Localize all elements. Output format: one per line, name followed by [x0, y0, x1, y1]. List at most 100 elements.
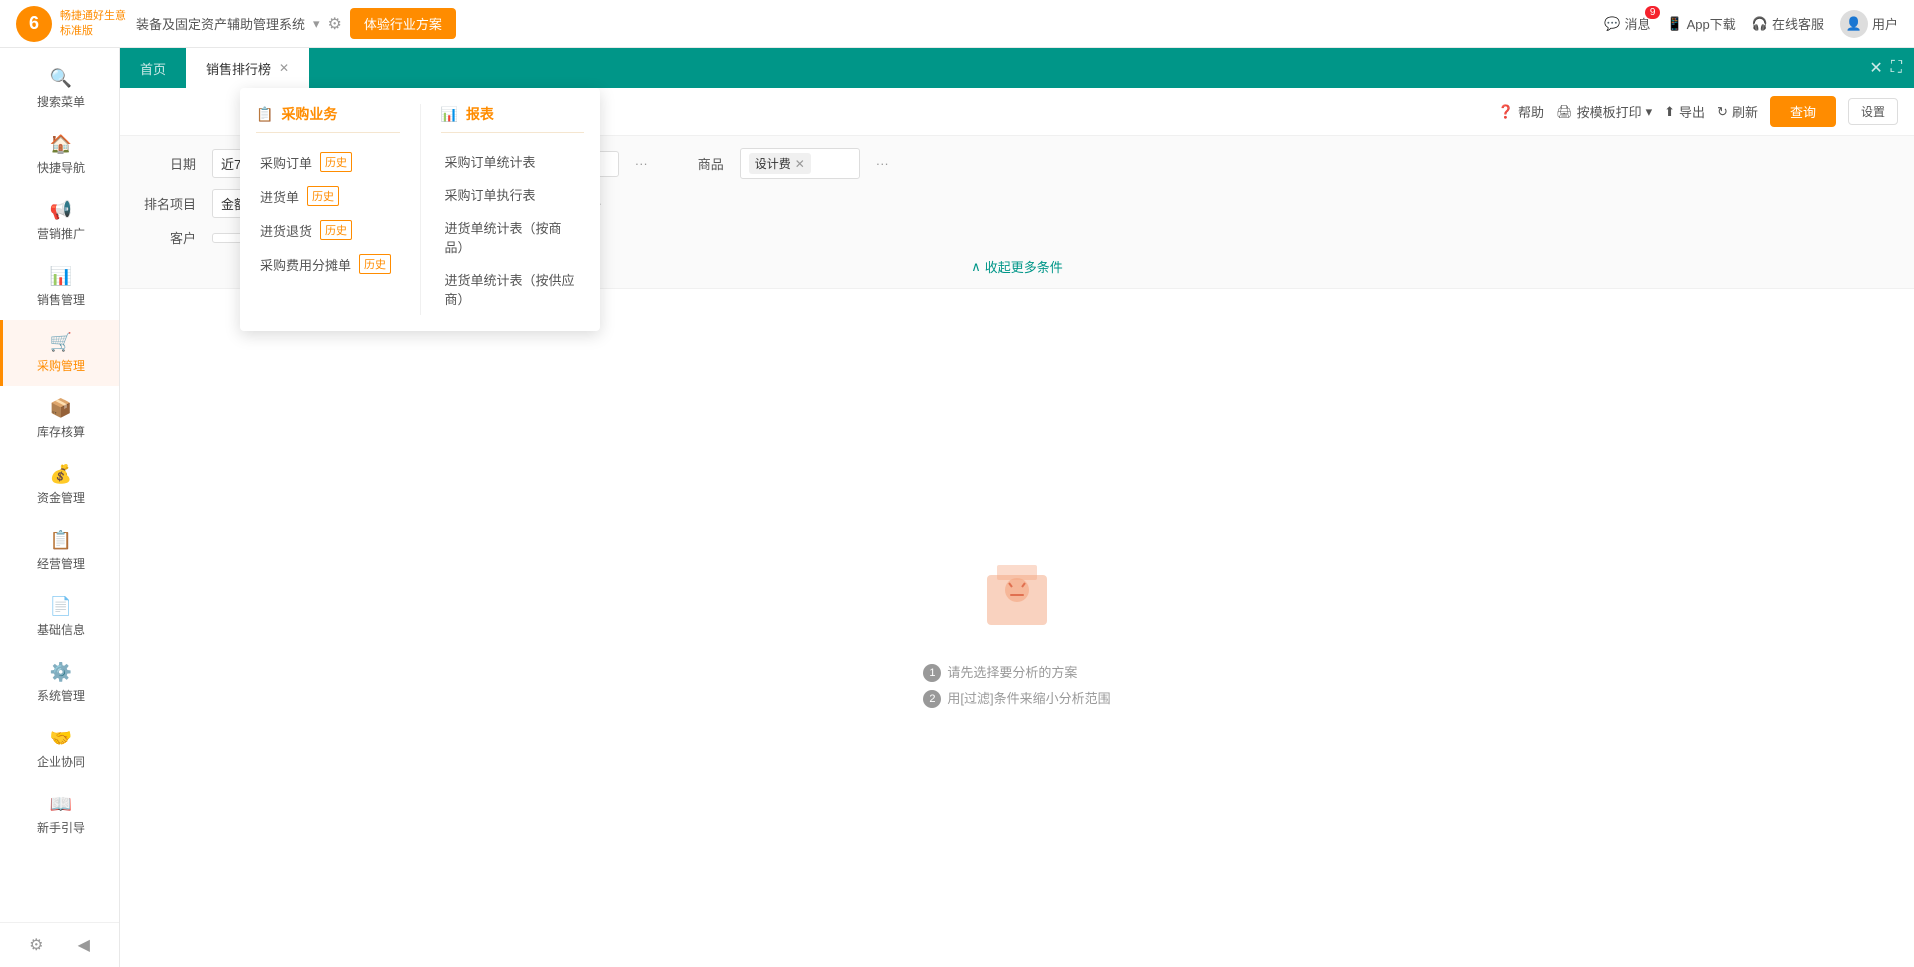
sidebar-item-basic[interactable]: 📄 基础信息 — [0, 584, 119, 650]
guide-icon: 📖 — [50, 794, 72, 815]
tip-item-2: 2 用[过滤]条件来缩小分析范围 — [923, 686, 1110, 712]
avatar: 👤 — [1840, 10, 1868, 38]
purchase-section: 📋 采购业务 采购订单 历史 进货单 历史 进货退货 历史 — [256, 104, 400, 315]
top-header: 6 畅捷通好生意 标准版 装备及固定资产辅助管理系统 ▾ ⚙ 体验行业方案 💬 … — [0, 0, 1914, 48]
sales-icon: 📊 — [50, 266, 72, 287]
sidebar-label-inventory: 库存核算 — [37, 423, 85, 440]
refresh-button[interactable]: ↻ 刷新 — [1717, 102, 1758, 121]
report-section-icon: 📊 — [441, 106, 458, 123]
sidebar-item-system[interactable]: ⚙️ 系统管理 — [0, 650, 119, 716]
sidebar-item-inventory[interactable]: 📦 库存核算 — [0, 386, 119, 452]
inventory-icon: 📦 — [50, 398, 72, 419]
app-download-button[interactable]: 📱 App下载 — [1666, 14, 1735, 33]
purchase-section-title: 📋 采购业务 — [256, 104, 400, 133]
empty-state: 1 请先选择要分析的方案 2 用[过滤]条件来缩小分析范围 — [120, 289, 1914, 967]
customer-label: 客户 — [136, 228, 196, 247]
tab-sales-rank[interactable]: 销售排行榜 ✕ — [186, 48, 309, 88]
sidebar-item-guide[interactable]: 📖 新手引导 — [0, 782, 119, 848]
set-button[interactable]: 设置 — [1848, 98, 1898, 125]
voucher-status-more[interactable]: ··· — [635, 156, 648, 171]
sidebar-item-purchase[interactable]: 🛒 采购管理 — [0, 320, 119, 386]
dropdown-arrow-icon[interactable]: ▾ — [313, 16, 320, 32]
industry-button[interactable]: 体验行业方案 — [350, 8, 456, 39]
help-button[interactable]: ❓ 帮助 — [1498, 102, 1544, 121]
message-icon: 💬 — [1604, 16, 1620, 32]
operations-icon: 📋 — [50, 530, 72, 551]
sidebar-label-guide: 新手引导 — [37, 819, 85, 836]
menu-item-order-stat[interactable]: 采购订单统计表 — [441, 145, 585, 178]
date-label: 日期 — [136, 154, 196, 173]
refresh-icon: ↻ — [1717, 104, 1728, 120]
sidebar-item-enterprise[interactable]: 🤝 企业协同 — [0, 716, 119, 782]
home-icon: 🏠 — [50, 134, 72, 155]
sidebar-nav: 🔍 搜索菜单 🏠 快捷导航 📢 营销推广 📊 销售管理 🛒 采购管 — [0, 48, 119, 848]
sidebar-item-sales[interactable]: 📊 销售管理 — [0, 254, 119, 320]
search-icon: 🔍 — [50, 68, 72, 89]
capital-icon: 💰 — [50, 464, 72, 485]
tab-bar: 首页 销售排行榜 ✕ ✕ ⛶ — [120, 48, 1914, 88]
tip-item-1: 1 请先选择要分析的方案 — [923, 660, 1110, 686]
tab-expand-icon[interactable]: ⛶ — [1891, 59, 1902, 77]
sidebar-bottom: ⚙ ◀ — [0, 922, 119, 967]
empty-tips: 1 请先选择要分析的方案 2 用[过滤]条件来缩小分析范围 — [923, 660, 1110, 712]
menu-item-incoming-supplier[interactable]: 进货单统计表（按供应商） — [441, 263, 585, 315]
goods-label: 商品 — [664, 154, 724, 173]
print-icon: 🖨 — [1556, 104, 1573, 120]
content-area: 首页 销售排行榜 ✕ ✕ ⛶ ❓ 帮助 — [120, 48, 1914, 967]
sidebar-label-basic: 基础信息 — [37, 621, 85, 638]
goods-more[interactable]: ··· — [876, 156, 889, 171]
sidebar-label-capital: 资金管理 — [37, 489, 85, 506]
sidebar-settings-icon[interactable]: ⚙ — [29, 935, 43, 955]
print-button[interactable]: 🖨 按模板打印 ▾ — [1556, 102, 1652, 121]
ranking-label: 排名项目 — [136, 194, 196, 213]
sidebar-label-purchase: 采购管理 — [37, 357, 85, 374]
sidebar-label-system: 系统管理 — [37, 687, 85, 704]
goods-tag-close-icon[interactable]: ✕ — [795, 157, 805, 171]
tab-home[interactable]: 首页 — [120, 48, 186, 88]
header-center: 装备及固定资产辅助管理系统 ▾ ⚙ 体验行业方案 — [136, 8, 1604, 39]
menu-item-incoming-goods[interactable]: 进货单统计表（按商品） — [441, 211, 585, 263]
goods-tag: 设计费 ✕ — [749, 153, 811, 174]
menu-item-purchase-order[interactable]: 采购订单 历史 — [256, 145, 400, 179]
logo-icon: 6 — [16, 6, 52, 42]
export-button[interactable]: ⬆ 导出 — [1664, 102, 1705, 121]
marketing-icon: 📢 — [50, 200, 72, 221]
online-service-button[interactable]: 🎧 在线客服 — [1752, 14, 1824, 33]
tab-close-window-icon[interactable]: ✕ — [1869, 58, 1882, 78]
export-icon: ⬆ — [1664, 104, 1675, 120]
sidebar-label-sales: 销售管理 — [37, 291, 85, 308]
sidebar-item-search[interactable]: 🔍 搜索菜单 — [0, 56, 119, 122]
sidebar-item-marketing[interactable]: 📢 营销推广 — [0, 188, 119, 254]
menu-item-expense[interactable]: 采购费用分摊单 历史 — [256, 247, 400, 281]
report-section-title: 📊 报表 — [441, 104, 585, 133]
menu-item-incoming[interactable]: 进货单 历史 — [256, 179, 400, 213]
settings-icon[interactable]: ⚙ — [328, 14, 342, 34]
sidebar-item-quick[interactable]: 🏠 快捷导航 — [0, 122, 119, 188]
user-button[interactable]: 👤 用户 — [1840, 10, 1898, 38]
menu-divider — [420, 104, 421, 315]
sidebar-item-capital[interactable]: 💰 资金管理 — [0, 452, 119, 518]
logo-text: 畅捷通好生意 标准版 — [60, 9, 126, 38]
tab-close-icon[interactable]: ✕ — [279, 61, 289, 75]
history-badge-0: 历史 — [320, 152, 352, 172]
sidebar-item-operations[interactable]: 📋 经营管理 — [0, 518, 119, 584]
sidebar: 🔍 搜索菜单 🏠 快捷导航 📢 营销推广 📊 销售管理 🛒 采购管 — [0, 48, 120, 967]
report-section: 📊 报表 采购订单统计表 采购订单执行表 进货单统计表（按商品） 进货单统计表（… — [441, 104, 585, 315]
purchase-section-icon: 📋 — [256, 106, 273, 123]
main-layout: 🔍 搜索菜单 🏠 快捷导航 📢 营销推广 📊 销售管理 🛒 采购管 — [0, 48, 1914, 967]
enterprise-icon: 🤝 — [50, 728, 72, 749]
sidebar-label-operations: 经营管理 — [37, 555, 85, 572]
query-button[interactable]: 查询 — [1770, 96, 1836, 127]
tab-bar-actions: ✕ ⛶ — [1869, 58, 1914, 78]
menu-item-order-exec[interactable]: 采购订单执行表 — [441, 178, 585, 211]
basic-icon: 📄 — [50, 596, 72, 617]
history-badge-3: 历史 — [359, 254, 391, 274]
collapse-arrow-icon: ∧ — [971, 259, 981, 275]
goods-control[interactable]: 设计费 ✕ — [740, 148, 860, 179]
sidebar-collapse-icon[interactable]: ◀ — [78, 935, 90, 955]
message-button[interactable]: 💬 9 消息 — [1604, 14, 1650, 33]
sidebar-label-enterprise: 企业协同 — [37, 753, 85, 770]
menu-item-return[interactable]: 进货退货 历史 — [256, 213, 400, 247]
sidebar-label-search: 搜索菜单 — [37, 93, 85, 110]
sidebar-label-quick: 快捷导航 — [37, 159, 85, 176]
